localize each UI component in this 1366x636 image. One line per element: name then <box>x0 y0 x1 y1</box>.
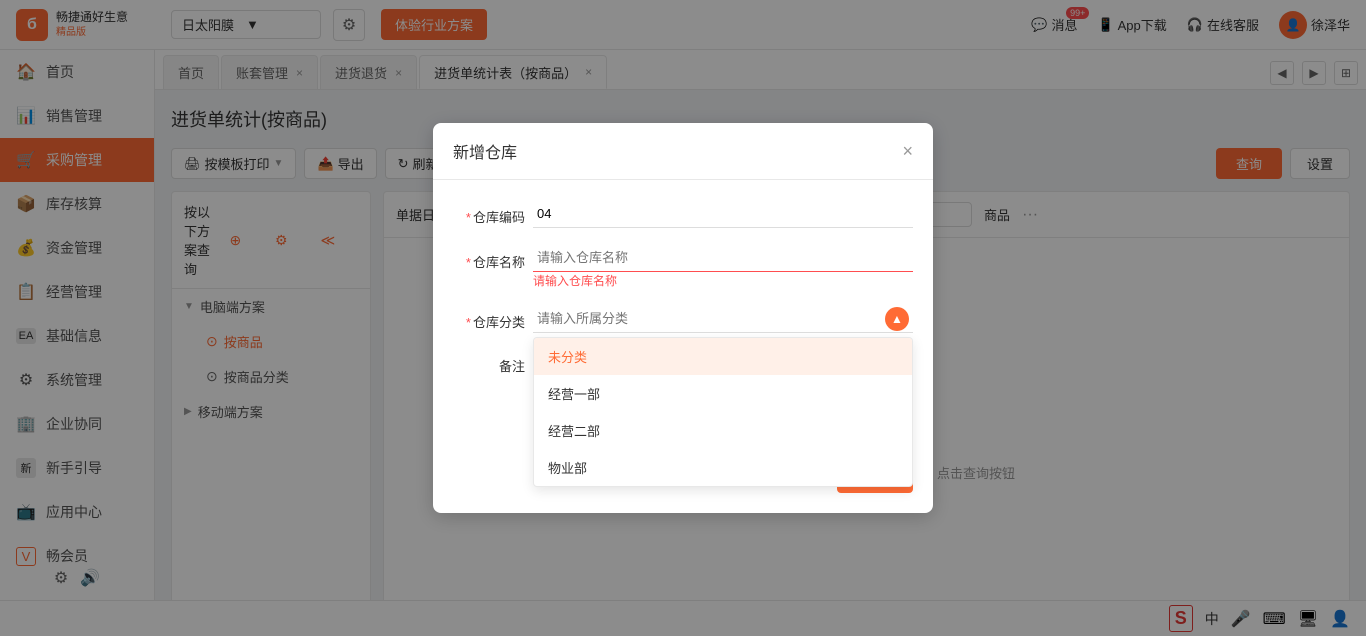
name-required-marker: * <box>466 255 471 270</box>
dropdown-option-uncategorized[interactable]: 未分类 <box>534 338 912 375</box>
form-row-category: *仓库分类 ▲ 未分类 经营一部 经营二部 物业部 <box>453 305 913 333</box>
modal-title: 新增仓库 <box>453 139 517 163</box>
category-required-marker: * <box>466 315 471 330</box>
category-dropdown-toggle[interactable]: ▲ <box>885 307 909 331</box>
form-row-code: *仓库编码 <box>453 200 913 228</box>
modal-close-button[interactable]: × <box>902 141 913 162</box>
category-dropdown-list: 未分类 经营一部 经营二部 物业部 <box>533 337 913 487</box>
code-required-marker: * <box>466 210 471 225</box>
name-error-message: 请输入仓库名称 <box>533 272 617 289</box>
note-label: 备注 <box>453 349 533 375</box>
name-input[interactable] <box>533 244 913 272</box>
modal-body: *仓库编码 *仓库名称 请输入仓库名称 *仓库分类 <box>433 180 933 445</box>
dropdown-option-dept1[interactable]: 经营一部 <box>534 375 912 412</box>
form-row-name: *仓库名称 请输入仓库名称 <box>453 244 913 289</box>
code-label: *仓库编码 <box>453 200 533 226</box>
add-warehouse-modal: 新增仓库 × *仓库编码 *仓库名称 请输入仓库名称 <box>433 123 933 513</box>
modal-header: 新增仓库 × <box>433 123 933 180</box>
category-select-wrapper: ▲ 未分类 经营一部 经营二部 物业部 <box>533 305 913 333</box>
category-input[interactable] <box>533 305 913 333</box>
name-label: *仓库名称 <box>453 245 533 271</box>
category-label: *仓库分类 <box>453 305 533 331</box>
dropdown-option-dept2[interactable]: 经营二部 <box>534 412 912 449</box>
code-input[interactable] <box>533 200 913 228</box>
modal-overlay[interactable]: 新增仓库 × *仓库编码 *仓库名称 请输入仓库名称 <box>0 0 1366 636</box>
dropdown-option-dept3[interactable]: 物业部 <box>534 449 912 486</box>
